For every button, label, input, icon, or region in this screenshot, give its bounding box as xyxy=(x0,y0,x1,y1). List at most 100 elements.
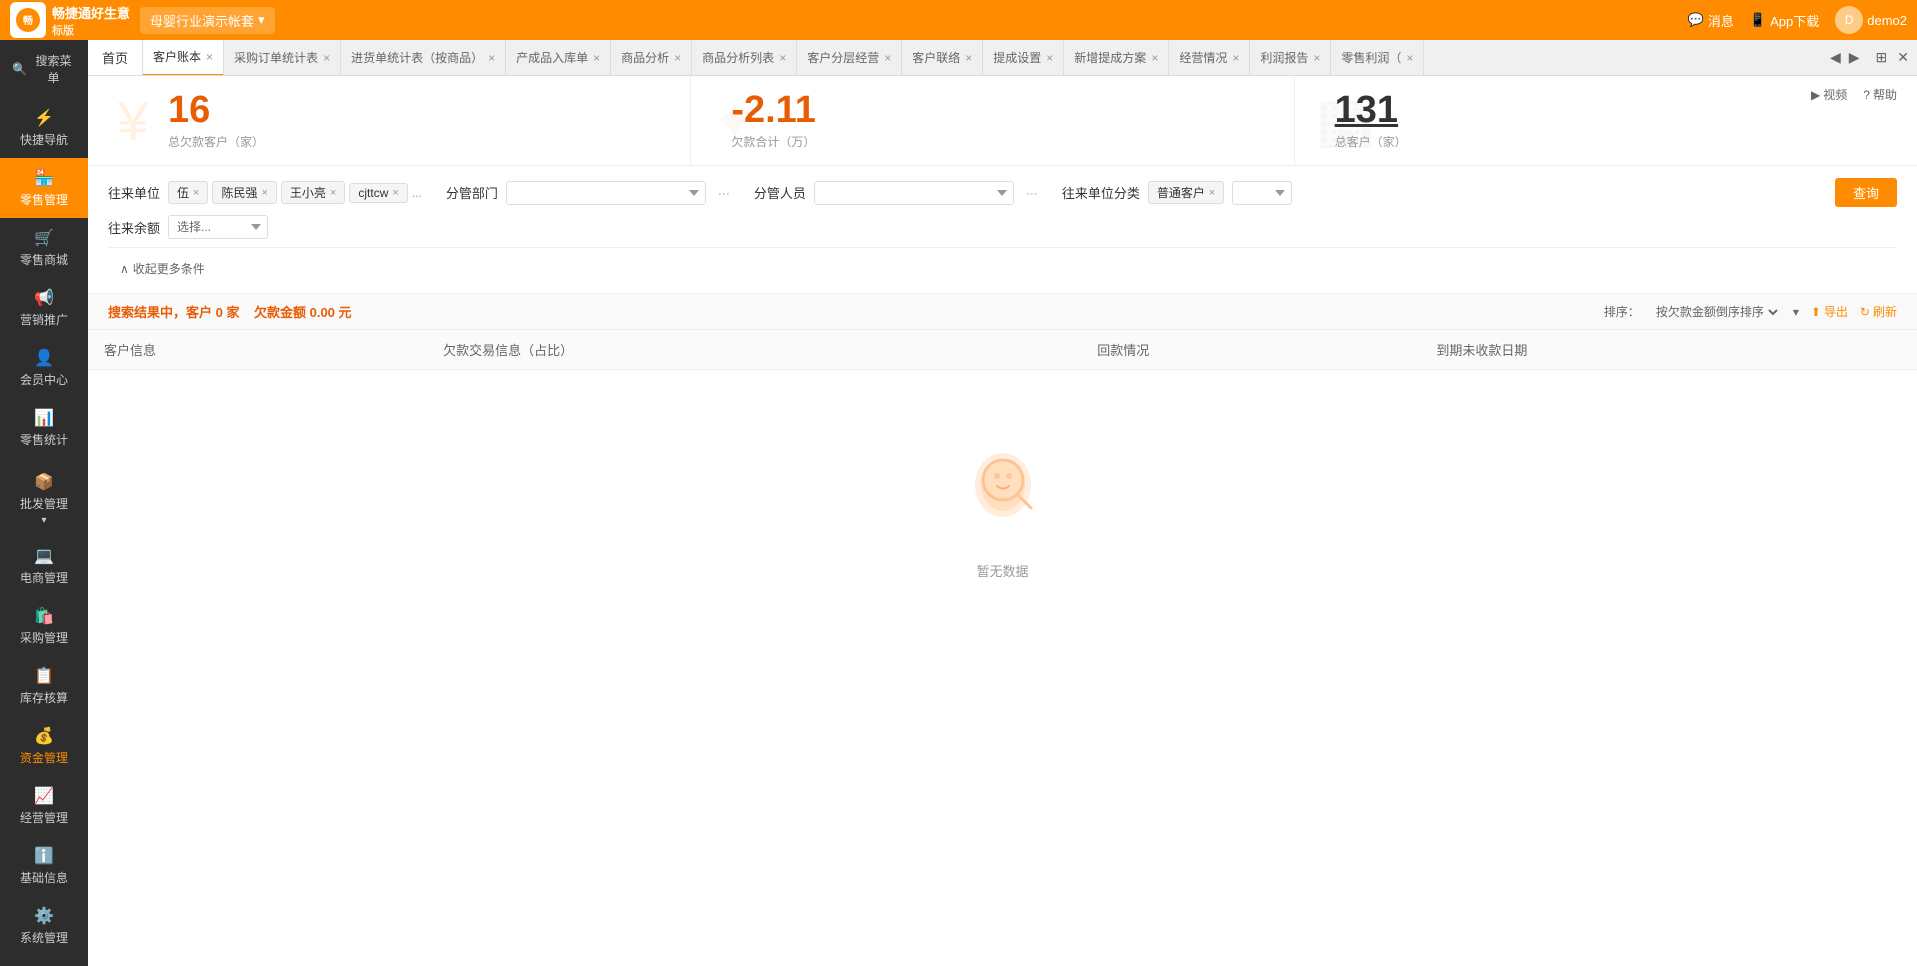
tab-profit-report-close[interactable]: × xyxy=(1313,51,1320,65)
remove-cjttcw-btn[interactable]: × xyxy=(392,187,398,199)
company-selector[interactable]: 母婴行业演示帐套 ▾ xyxy=(140,7,275,34)
person-more-icon[interactable]: ··· xyxy=(1026,186,1038,200)
stat-label-1: 总欠款客户（家） xyxy=(168,133,264,150)
help-link[interactable]: ? 帮助 xyxy=(1863,86,1897,103)
tab-customer-book[interactable]: 客户账本 × xyxy=(143,40,224,76)
app-download-btn[interactable]: 📱 App下载 xyxy=(1750,11,1819,30)
dept-select[interactable] xyxy=(506,181,706,205)
tab-customer-book-close[interactable]: × xyxy=(206,50,213,64)
sidebar-item-system[interactable]: ⚙️ 系统管理 xyxy=(0,896,88,956)
question-icon: ? xyxy=(1863,88,1870,102)
tab-customer-tier-close[interactable]: × xyxy=(884,51,891,65)
sidebar-item-label: 资金管理 xyxy=(20,749,68,766)
sidebar-item-inventory[interactable]: 📋 库存核算 xyxy=(0,656,88,716)
filter-row-1: 往来单位 伍 × 陈民强 × 王小亮 xyxy=(108,178,1897,207)
tab-customer-tier[interactable]: 客户分层经营 × xyxy=(797,40,902,76)
sidebar-item-retail-stats[interactable]: 📊 零售统计 xyxy=(0,398,88,458)
top-right-links: ▶ 视频 ? 帮助 xyxy=(1811,86,1897,103)
tab-purchase-order-close[interactable]: × xyxy=(323,51,330,65)
tab-operations-status-close[interactable]: × xyxy=(1232,51,1239,65)
sidebar-item-enterprise[interactable]: 🤝 企业协同 xyxy=(0,956,88,966)
sidebar-item-label: 基础信息 xyxy=(20,869,68,886)
quick-nav-icon: ⚡ xyxy=(34,108,54,128)
tab-profit-report[interactable]: 利润报告 × xyxy=(1250,40,1331,76)
sidebar-item-finance[interactable]: 💰 资金管理 xyxy=(0,716,88,776)
tab-product-analysis[interactable]: 商品分析 × xyxy=(611,40,692,76)
collapse-btn[interactable]: ∧ 收起更多条件 xyxy=(108,256,217,281)
sidebar-item-marketing[interactable]: 📢 营销推广 xyxy=(0,278,88,338)
empty-cell: 暂无数据 xyxy=(88,370,1917,641)
sidebar-item-quick-nav[interactable]: ⚡ 快捷导航 xyxy=(0,98,88,158)
more-unit-tags-btn[interactable]: ... xyxy=(412,186,422,200)
col-customer-info: 客户信息 xyxy=(88,330,427,370)
tab-raise-settings[interactable]: 提成设置 × xyxy=(983,40,1064,76)
col-debt-info: 欠款交易信息（占比） xyxy=(427,330,1081,370)
help-label: 帮助 xyxy=(1873,86,1897,103)
search-menu-button[interactable]: 🔍 搜索菜单 xyxy=(8,48,80,90)
sidebar-item-retail-mall[interactable]: 🛒 零售商城 xyxy=(0,218,88,278)
batch-icon: 📦 xyxy=(34,472,54,492)
export-btn[interactable]: ⬆ 导出 xyxy=(1811,303,1848,320)
finance-icon: 💰 xyxy=(34,726,54,746)
sort-select[interactable]: 按欠款金额倒序排序 xyxy=(1652,304,1781,320)
category-select[interactable] xyxy=(1232,181,1292,205)
results-actions: 排序： 按欠款金额倒序排序 ▾ ⬆ 导出 ↻ 刷新 xyxy=(1604,303,1897,320)
tab-product-analysis-list-close[interactable]: × xyxy=(779,51,786,65)
person-select[interactable] xyxy=(814,181,1014,205)
tab-raise-settings-close[interactable]: × xyxy=(1046,51,1053,65)
sidebar-item-ecommerce[interactable]: 💻 电商管理 xyxy=(0,536,88,596)
sidebar-item-purchase-mgmt[interactable]: 🛍️ 采购管理 xyxy=(0,596,88,656)
tab-customer-contact-close[interactable]: × xyxy=(965,51,972,65)
sidebar-search-area: 🔍 搜索菜单 xyxy=(0,40,88,98)
stat-item-3: 🏢 131 总客户（家） xyxy=(1295,76,1897,165)
tab-new-plan[interactable]: 新增提成方案 × xyxy=(1064,40,1169,76)
remove-wang-btn[interactable]: × xyxy=(330,187,336,199)
tab-product-analysis-label: 商品分析 xyxy=(621,49,669,66)
tab-customer-contact[interactable]: 客户联络 × xyxy=(902,40,983,76)
collapse-area: ∧ 收起更多条件 xyxy=(108,247,1897,281)
sidebar-item-member-center[interactable]: 👤 会员中心 xyxy=(0,338,88,398)
tab-customer-tier-label: 客户分层经营 xyxy=(807,49,879,66)
tab-retail-profit[interactable]: 零售利润（ × xyxy=(1331,40,1424,76)
sidebar-item-label: 库存核算 xyxy=(20,689,68,706)
tab-product-analysis-list[interactable]: 商品分析列表 × xyxy=(692,40,797,76)
tab-home[interactable]: 首页 xyxy=(88,40,143,76)
sidebar-item-label: 经营管理 xyxy=(20,809,68,826)
tab-new-plan-close[interactable]: × xyxy=(1151,51,1158,65)
amount-label: 往来余额 xyxy=(108,218,160,237)
tab-stock-stats-close[interactable]: × xyxy=(488,51,495,65)
remove-wu-btn[interactable]: × xyxy=(193,187,199,199)
tab-close-all-btn[interactable]: ✕ xyxy=(1893,47,1913,68)
tab-cost-entry-close[interactable]: × xyxy=(593,51,600,65)
remove-common-btn[interactable]: × xyxy=(1209,187,1215,199)
empty-state-icon xyxy=(953,430,1053,549)
remove-chen-btn[interactable]: × xyxy=(261,187,267,199)
tab-retail-profit-close[interactable]: × xyxy=(1406,51,1413,65)
tab-arrows: ◀ ▶ xyxy=(1822,47,1868,68)
sidebar-item-retail-mgmt[interactable]: 🏪 零售管理 xyxy=(0,158,88,218)
messages-btn[interactable]: 💬 消息 xyxy=(1688,11,1734,30)
member-icon: 👤 xyxy=(34,348,54,368)
sidebar-item-operations[interactable]: 📈 经营管理 xyxy=(0,776,88,836)
tab-cost-entry[interactable]: 产成品入库单 × xyxy=(506,40,611,76)
sidebar-item-batch-mgmt[interactable]: 📦 批发管理 ▾ xyxy=(0,462,88,536)
refresh-btn[interactable]: ↻ 刷新 xyxy=(1860,303,1897,320)
tab-expand-btn[interactable]: ⊞ xyxy=(1872,47,1892,68)
tab-product-analysis-close[interactable]: × xyxy=(674,51,681,65)
dept-label: 分管部门 xyxy=(446,183,498,202)
video-link[interactable]: ▶ 视频 xyxy=(1811,86,1847,103)
tab-scroll-left[interactable]: ◀ xyxy=(1826,47,1845,68)
query-button[interactable]: 查询 xyxy=(1835,178,1897,207)
tab-actions: ⊞ ✕ xyxy=(1868,47,1917,68)
dept-more-icon[interactable]: ··· xyxy=(718,186,730,200)
sidebar-item-label: 批发管理 xyxy=(20,495,68,512)
tab-scroll-right[interactable]: ▶ xyxy=(1845,47,1864,68)
tab-operations-status[interactable]: 经营情况 × xyxy=(1169,40,1250,76)
sidebar-item-basic-info[interactable]: ℹ️ 基础信息 xyxy=(0,836,88,896)
tab-purchase-order[interactable]: 采购订单统计表 × xyxy=(224,40,341,76)
tab-stock-stats[interactable]: 进货单统计表（按商品） × xyxy=(341,40,506,76)
user-menu[interactable]: D demo2 xyxy=(1835,6,1907,34)
amount-select[interactable]: 选择... xyxy=(168,215,268,239)
avatar: D xyxy=(1835,6,1863,34)
play-icon: ▶ xyxy=(1811,88,1820,102)
